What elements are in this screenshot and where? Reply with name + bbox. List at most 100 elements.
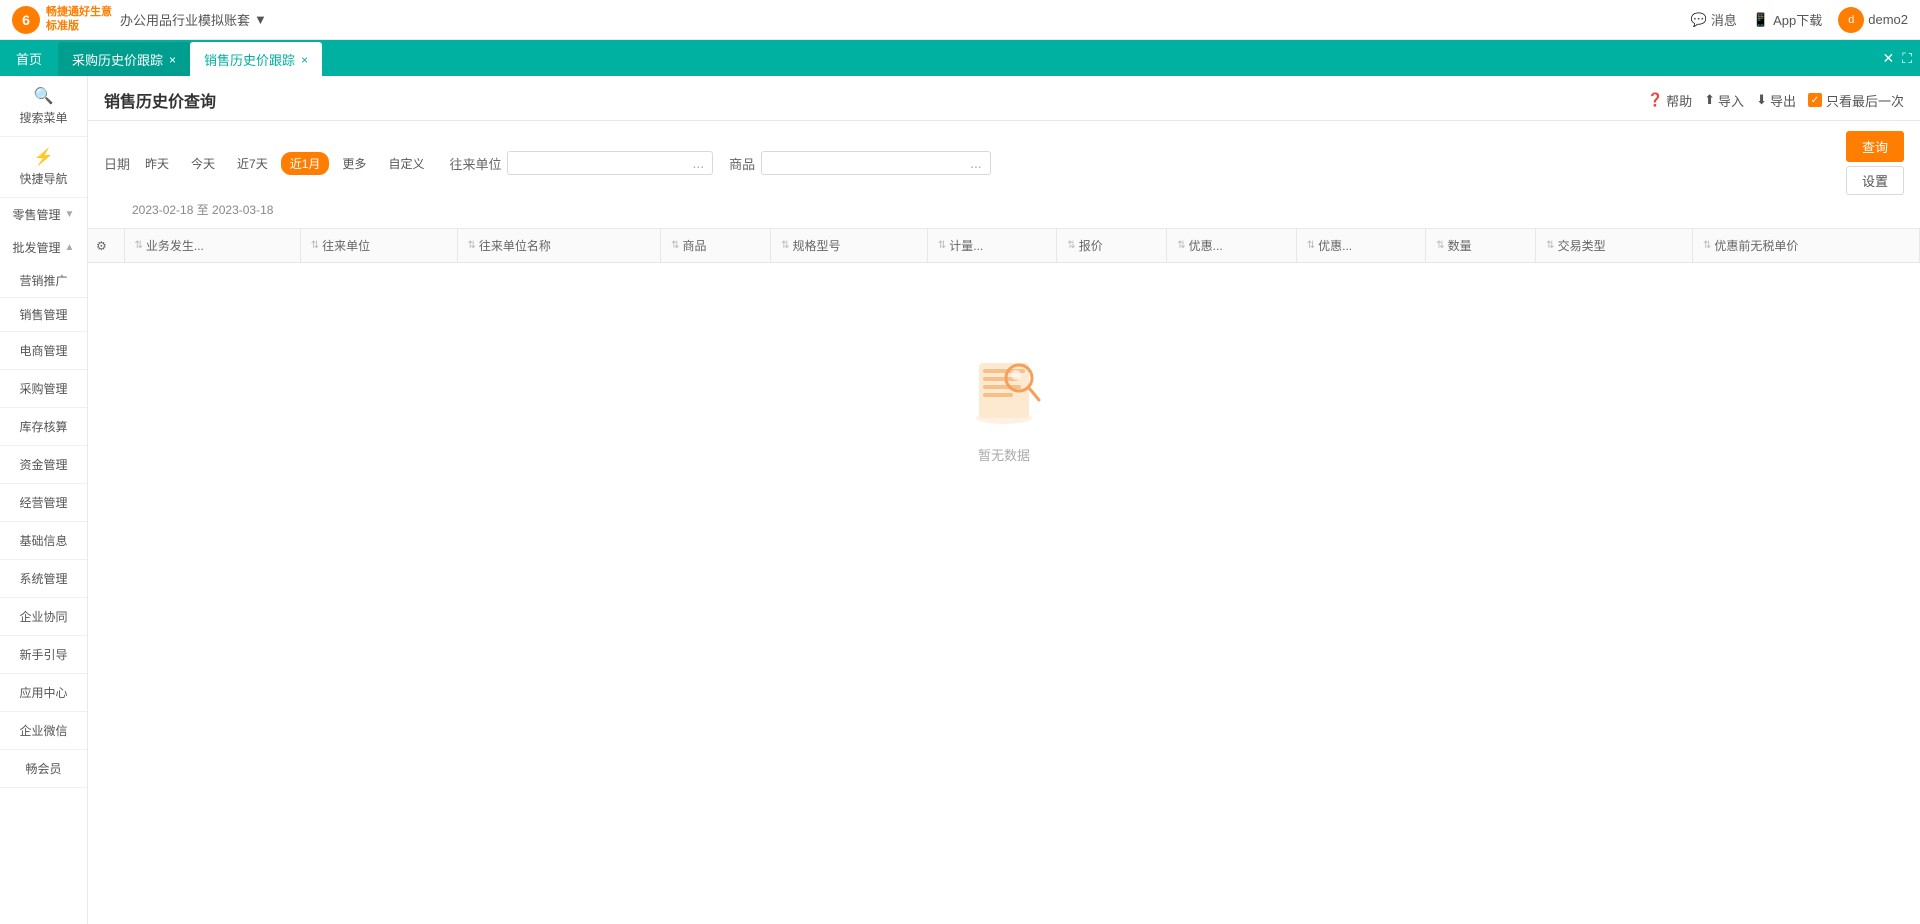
- query-button[interactable]: 查询: [1846, 131, 1904, 162]
- th-gear[interactable]: ⚙: [88, 229, 124, 263]
- workspace-name: 办公用品行业模拟账套: [120, 10, 250, 29]
- sidebar-item-system[interactable]: 系统管理: [0, 560, 87, 598]
- th-goods[interactable]: ⇅ 商品: [661, 229, 771, 263]
- tab-close-all-icon[interactable]: ✕: [1882, 50, 1894, 67]
- date-today[interactable]: 今天: [182, 152, 224, 175]
- sidebar-basic-label: 基础信息: [19, 532, 67, 549]
- page-actions: ❓ 帮助 ⬆ 导入 ⬇ 导出 ✓ 只看最后一: [1647, 91, 1904, 110]
- th-unit[interactable]: ⇅ 计量...: [927, 229, 1056, 263]
- sidebar-marketing-label: 营销推广: [19, 274, 67, 288]
- tab-sales[interactable]: 销售历史价跟踪 ×: [190, 42, 322, 78]
- logo-area: 6 畅捷通好生意 标准版: [12, 6, 112, 34]
- th-partner-name-label: 往来单位名称: [479, 237, 551, 254]
- help-icon: ❓: [1647, 92, 1663, 108]
- th-spec[interactable]: ⇅ 规格型号: [771, 229, 928, 263]
- sidebar-corp-wechat-label: 企业微信: [19, 722, 67, 739]
- empty-illustration: [959, 343, 1049, 433]
- sidebar-item-operation[interactable]: 经营管理: [0, 484, 87, 522]
- sort-icon-7: ⇅: [1067, 240, 1075, 251]
- th-tax-price[interactable]: ⇅ 优惠前无税单价: [1692, 229, 1919, 263]
- sidebar-item-wholesale[interactable]: 批发管理 ▲: [0, 231, 87, 264]
- goods-input[interactable]: [770, 156, 970, 171]
- sidebar-shortcut-label: 快捷导航: [19, 170, 67, 187]
- sidebar-item-inventory[interactable]: 库存核算: [0, 408, 87, 446]
- date-7days[interactable]: 近7天: [228, 152, 277, 175]
- th-partner-name[interactable]: ⇅ 往来单位名称: [457, 229, 661, 263]
- sort-icon-9: ⇅: [1307, 240, 1315, 251]
- top-bar: 6 畅捷通好生意 标准版 办公用品行业模拟账套 ▼ 💬 消息 📱 App下载 d…: [0, 0, 1920, 40]
- sidebar-sales-mgmt-label: 销售管理: [19, 308, 67, 322]
- date-yesterday[interactable]: 昨天: [136, 152, 178, 175]
- date-label: 日期: [104, 154, 130, 173]
- sort-icon-3: ⇅: [468, 240, 476, 251]
- th-tax-price-label: 优惠前无税单价: [1714, 237, 1798, 254]
- user-area[interactable]: d demo2: [1838, 7, 1908, 33]
- sidebar-item-retail[interactable]: 零售管理 ▼: [0, 198, 87, 231]
- th-partner-code-label: 往来单位: [322, 237, 370, 254]
- th-quote[interactable]: ⇅ 报价: [1057, 229, 1167, 263]
- avatar: d: [1838, 7, 1864, 33]
- sidebar-item-ecommerce[interactable]: 电商管理: [0, 332, 87, 370]
- th-unit-label: 计量...: [949, 237, 983, 254]
- sidebar-item-search[interactable]: 🔍 搜索菜单: [0, 76, 87, 137]
- import-icon: ⬆: [1704, 92, 1715, 108]
- sidebar-finance-label: 资金管理: [19, 456, 67, 473]
- tab-purchase-close[interactable]: ×: [169, 54, 176, 66]
- sidebar-item-marketing[interactable]: 营销推广: [0, 264, 87, 298]
- sidebar-item-sales-mgmt[interactable]: 销售管理: [0, 298, 87, 332]
- sidebar-member-label: 畅会员: [25, 760, 61, 777]
- sidebar-item-member[interactable]: 畅会员: [0, 750, 87, 788]
- sidebar-item-app-center[interactable]: 应用中心: [0, 674, 87, 712]
- page-container: 销售历史价查询 ❓ 帮助 ⬆ 导入 ⬇ 导出: [88, 76, 1920, 924]
- tab-home[interactable]: 首页: [0, 40, 58, 76]
- th-partner-code[interactable]: ⇅ 往来单位: [300, 229, 457, 263]
- partner-input-wrap: ...: [507, 151, 713, 175]
- only-last-label: 只看最后一次: [1826, 91, 1904, 110]
- th-trade-type[interactable]: ⇅ 交易类型: [1536, 229, 1693, 263]
- top-bar-right: 💬 消息 📱 App下载 d demo2: [1691, 7, 1908, 33]
- page-header: 销售历史价查询 ❓ 帮助 ⬆ 导入 ⬇ 导出: [88, 76, 1920, 121]
- th-discount1[interactable]: ⇅ 优惠...: [1167, 229, 1296, 263]
- sidebar-item-newbie[interactable]: 新手引导: [0, 636, 87, 674]
- help-btn[interactable]: ❓ 帮助: [1647, 91, 1692, 110]
- date-1month[interactable]: 近1月: [281, 152, 330, 175]
- sidebar-item-basic[interactable]: 基础信息: [0, 522, 87, 560]
- tab-maximize-icon[interactable]: ⛶: [1902, 50, 1912, 67]
- sidebar-item-corp-collab[interactable]: 企业协同: [0, 598, 87, 636]
- sidebar-item-purchase-mgmt[interactable]: 采购管理: [0, 370, 87, 408]
- th-discount2[interactable]: ⇅ 优惠...: [1296, 229, 1425, 263]
- date-more[interactable]: 更多: [333, 152, 375, 175]
- import-btn[interactable]: ⬆ 导入: [1704, 91, 1744, 110]
- shortcut-icon: ⚡: [34, 147, 54, 167]
- sidebar-item-finance[interactable]: 资金管理: [0, 446, 87, 484]
- only-last-checkbox[interactable]: ✓ 只看最后一次: [1808, 91, 1904, 110]
- date-custom[interactable]: 自定义: [379, 152, 433, 175]
- sidebar-item-corp-wechat[interactable]: 企业微信: [0, 712, 87, 750]
- sidebar-newbie-label: 新手引导: [19, 646, 67, 663]
- th-trade-type-label: 交易类型: [1558, 237, 1606, 254]
- message-btn[interactable]: 💬 消息: [1691, 10, 1737, 29]
- app-download-btn[interactable]: 📱 App下载: [1753, 10, 1822, 29]
- sidebar-operation-label: 经营管理: [19, 494, 67, 511]
- gear-icon[interactable]: ⚙: [96, 239, 107, 253]
- settings-button[interactable]: 设置: [1846, 166, 1904, 195]
- sidebar-item-shortcut[interactable]: ⚡ 快捷导航: [0, 137, 87, 198]
- goods-dots-icon[interactable]: ...: [970, 155, 982, 171]
- sort-icon-11: ⇅: [1546, 240, 1554, 251]
- tab-purchase[interactable]: 采购历史价跟踪 ×: [58, 42, 190, 78]
- logo-text: 畅捷通好生意 标准版: [46, 6, 112, 32]
- message-icon: 💬: [1691, 12, 1707, 28]
- export-btn[interactable]: ⬇ 导出: [1756, 91, 1796, 110]
- th-biz-date[interactable]: ⇅ 业务发生...: [124, 229, 300, 263]
- goods-label: 商品: [729, 154, 755, 173]
- wholesale-arrow-icon: ▲: [65, 242, 75, 253]
- sidebar-search-label: 搜索菜单: [19, 109, 67, 126]
- workspace-selector[interactable]: 办公用品行业模拟账套 ▼: [120, 10, 267, 29]
- th-quantity[interactable]: ⇅ 数量: [1426, 229, 1536, 263]
- tab-sales-close[interactable]: ×: [301, 54, 308, 66]
- partner-dots-icon[interactable]: ...: [692, 155, 704, 171]
- sort-icon: ⇅: [135, 240, 143, 251]
- partner-input[interactable]: [516, 156, 692, 171]
- content-area: 销售历史价查询 ❓ 帮助 ⬆ 导入 ⬇ 导出: [88, 76, 1920, 924]
- date-buttons: 昨天 今天 近7天 近1月 更多 自定义: [136, 152, 433, 175]
